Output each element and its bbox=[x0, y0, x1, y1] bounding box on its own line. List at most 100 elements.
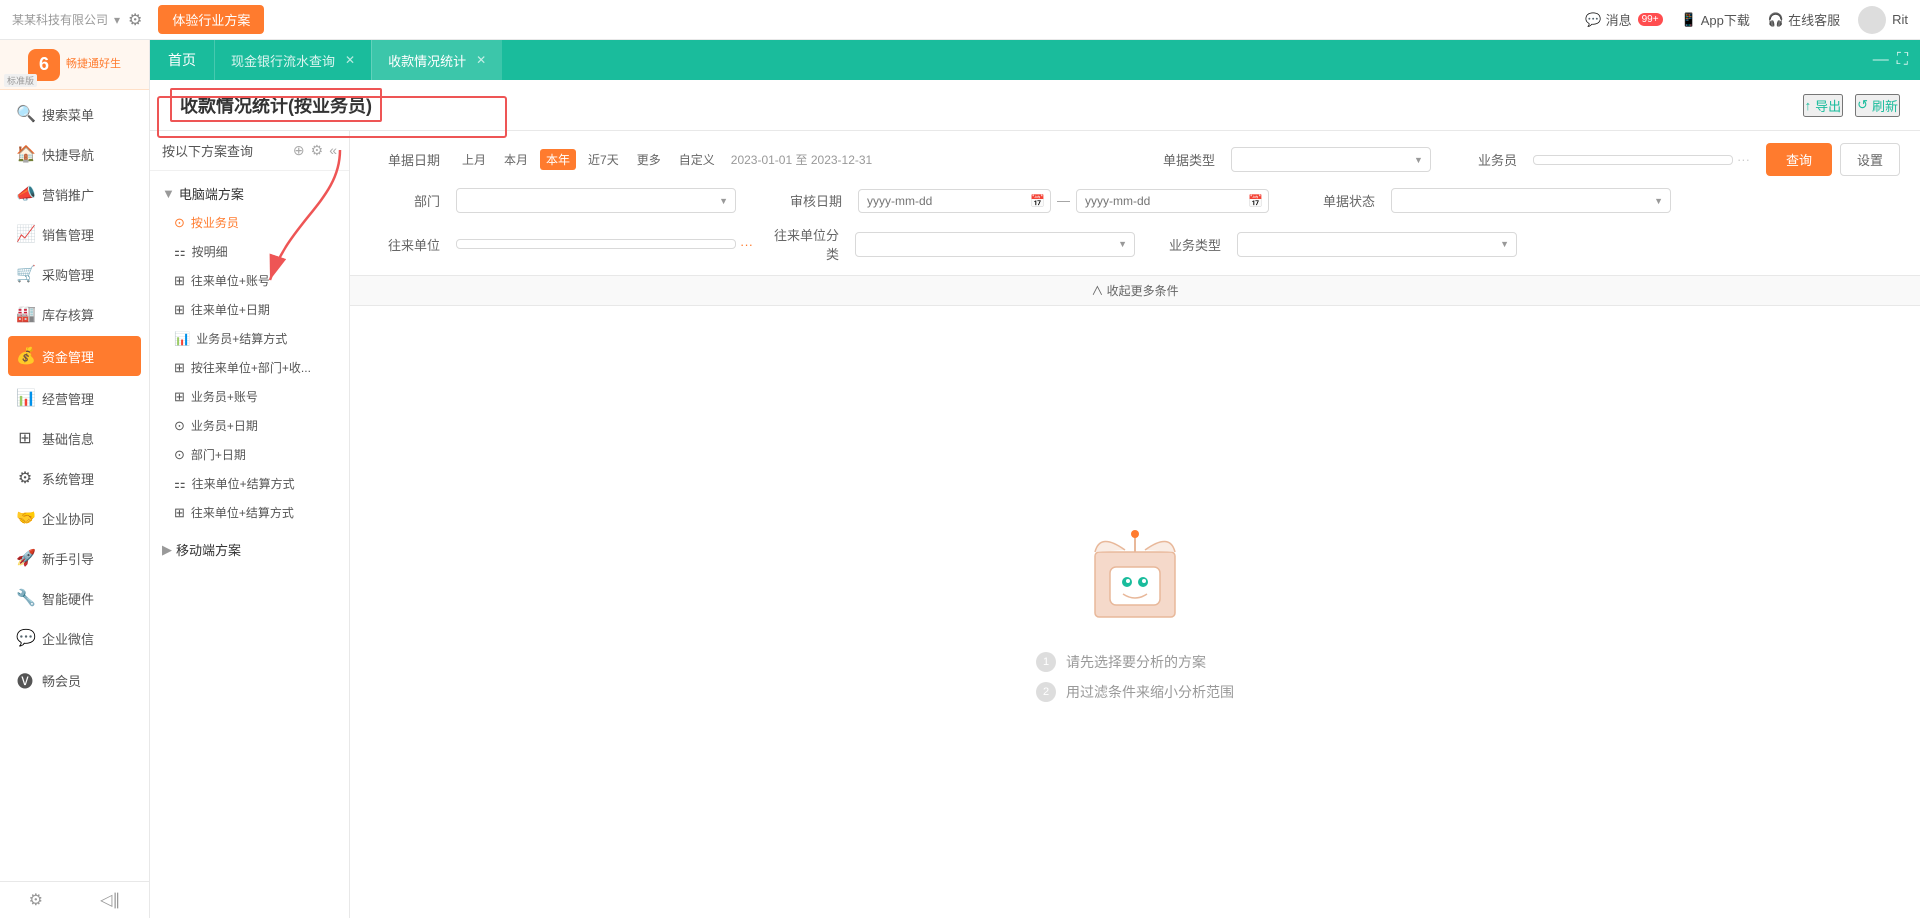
audit-date-label: 审核日期 bbox=[772, 191, 842, 210]
app-download-btn[interactable]: 📱 App下载 bbox=[1681, 10, 1750, 29]
biz-type-select[interactable] bbox=[1237, 232, 1517, 257]
doc-status-label: 单据状态 bbox=[1305, 191, 1375, 210]
collapse-bar[interactable]: ∧ 收起更多条件 bbox=[350, 276, 1920, 306]
scheme-item-partner-date[interactable]: ⊞ 往来单位+日期 bbox=[150, 295, 349, 324]
type-select[interactable] bbox=[1231, 147, 1431, 172]
sidebar-item-operations[interactable]: 📊 经营管理 bbox=[0, 378, 149, 418]
tab-fullscreen-icon[interactable]: ⛶ bbox=[1897, 51, 1908, 69]
scheme-item-by-salesman[interactable]: ⊙ 按业务员 bbox=[150, 208, 349, 237]
empty-illustration bbox=[1075, 512, 1195, 632]
scheme-group-mobile-header[interactable]: ▶ 移动端方案 bbox=[150, 535, 349, 564]
scheme-item-partner-account[interactable]: ⊞ 往来单位+账号 bbox=[150, 266, 349, 295]
scheme-settings-icon[interactable]: ⚙ bbox=[311, 142, 324, 159]
filter-row-2: 部门 审核日期 📅 bbox=[370, 188, 1900, 213]
user-avatar[interactable]: Rit bbox=[1858, 6, 1908, 34]
partner-input[interactable] bbox=[456, 239, 736, 249]
tab-home[interactable]: 首页 bbox=[150, 40, 214, 80]
doc-status-select[interactable] bbox=[1391, 188, 1671, 213]
settings-btn[interactable]: 设置 bbox=[1840, 143, 1900, 176]
shortcut-last-month[interactable]: 上月 bbox=[456, 149, 492, 170]
sidebar-item-enterprise[interactable]: 🤝 企业协同 bbox=[0, 498, 149, 538]
tab-bar: 首页 现金银行流水查询 ✕ 收款情况统计 ✕ — ⛶ bbox=[150, 40, 1920, 80]
partner-class-select[interactable] bbox=[855, 232, 1135, 257]
audit-date-start[interactable] bbox=[858, 189, 1051, 213]
scheme-item-salesman-date[interactable]: ⊙ 业务员+日期 bbox=[150, 411, 349, 440]
collapse-arrow: ▶ bbox=[162, 542, 172, 558]
settings-icon[interactable]: ⚙ bbox=[128, 10, 142, 30]
scheme-item-salesman-account[interactable]: ⊞ 业务员+账号 bbox=[150, 382, 349, 411]
partner-dept-icon: ⊞ bbox=[174, 360, 185, 376]
online-service-btn[interactable]: 🎧 在线客服 bbox=[1768, 10, 1840, 29]
sidebar-item-marketing[interactable]: 📣 营销推广 bbox=[0, 174, 149, 214]
filter-row-1: 单据日期 上月 本月 本年 近7天 更多 自定义 bbox=[370, 143, 1900, 176]
scheme-item-by-detail[interactable]: ⚏ 按明细 bbox=[150, 237, 349, 266]
sidebar-item-wechat[interactable]: 💬 企业微信 bbox=[0, 618, 149, 658]
tab-bar-right: — ⛶ bbox=[1873, 51, 1920, 69]
settings-footer-icon[interactable]: ⚙ bbox=[29, 890, 43, 910]
refresh-btn[interactable]: ↺ 刷新 bbox=[1855, 94, 1900, 117]
scheme-group-desktop-header[interactable]: ▼ 电脑端方案 bbox=[150, 179, 349, 208]
sidebar-item-quicknav[interactable]: 🏠 快捷导航 bbox=[0, 134, 149, 174]
shortcut-custom[interactable]: 自定义 bbox=[673, 149, 721, 170]
doc-status-select-wrapper bbox=[1391, 188, 1671, 213]
sidebar-item-vip[interactable]: 🅥 畅会员 bbox=[0, 658, 149, 702]
tab-close-bank-flow[interactable]: ✕ bbox=[345, 53, 355, 67]
step-num-2: 2 bbox=[1036, 682, 1056, 702]
tab-close-collection-stats[interactable]: ✕ bbox=[476, 53, 486, 67]
collapse-panel-icon[interactable]: « bbox=[329, 142, 337, 159]
salesman-settlement-icon: 📊 bbox=[174, 331, 190, 347]
shortcut-this-year[interactable]: 本年 bbox=[540, 149, 576, 170]
sidebar-item-purchase[interactable]: 🛒 采购管理 bbox=[0, 254, 149, 294]
sidebar-item-finance[interactable]: 💰 资金管理 bbox=[8, 336, 141, 376]
sidebar-item-sales[interactable]: 📈 销售管理 bbox=[0, 214, 149, 254]
page-actions: ↑ 导出 ↺ 刷新 bbox=[1803, 94, 1900, 117]
shortcut-last-7days[interactable]: 近7天 bbox=[582, 149, 625, 170]
filter-area: 单据日期 上月 本月 本年 近7天 更多 自定义 bbox=[350, 131, 1920, 276]
left-panel-actions: ⊕ ⚙ « bbox=[293, 142, 337, 159]
salesman-more-icon[interactable]: ··· bbox=[1737, 152, 1750, 167]
date-shortcuts: 上月 本月 本年 近7天 更多 自定义 bbox=[456, 149, 721, 170]
download-icon: 📱 bbox=[1681, 12, 1697, 28]
partner-more-btn[interactable]: ··· bbox=[740, 237, 753, 252]
export-btn[interactable]: ↑ 导出 bbox=[1803, 94, 1844, 117]
salesman-input[interactable] bbox=[1533, 155, 1733, 165]
add-scheme-icon[interactable]: ⊕ bbox=[293, 142, 305, 159]
sidebar-item-inventory[interactable]: 🏭 库存核算 bbox=[0, 294, 149, 334]
empty-state-steps: 1 请先选择要分析的方案 2 用过滤条件来缩小分析范围 bbox=[1036, 652, 1234, 712]
shortcut-more[interactable]: 更多 bbox=[631, 149, 667, 170]
query-btn[interactable]: 查询 bbox=[1766, 143, 1832, 176]
sidebar-item-search[interactable]: 🔍 搜索菜单 bbox=[0, 94, 149, 134]
trial-industry-btn[interactable]: 体验行业方案 bbox=[158, 5, 264, 34]
scheme-item-salesman-settlement[interactable]: 📊 业务员+结算方式 bbox=[150, 324, 349, 353]
tab-bank-flow[interactable]: 现金银行流水查询 ✕ bbox=[214, 40, 371, 80]
sidebar-item-basic[interactable]: ⊞ 基础信息 bbox=[0, 418, 149, 458]
partner-settlement2-icon: ⊞ bbox=[174, 505, 185, 521]
marketing-icon: 📣 bbox=[16, 184, 34, 204]
sidebar-item-hardware[interactable]: 🔧 智能硬件 bbox=[0, 578, 149, 618]
audit-date-end[interactable] bbox=[1076, 189, 1269, 213]
partner-label: 往来单位 bbox=[370, 235, 440, 254]
date-label: 单据日期 bbox=[370, 150, 440, 169]
scheme-item-dept-date[interactable]: ⊙ 部门+日期 bbox=[150, 440, 349, 469]
message-badge: 99+ bbox=[1638, 13, 1663, 26]
scheme-item-partner-settlement2[interactable]: ⊞ 往来单位+结算方式 bbox=[150, 498, 349, 527]
sales-icon: 📈 bbox=[16, 224, 34, 244]
scheme-item-partner-settlement1[interactable]: ⚏ 往来单位+结算方式 bbox=[150, 469, 349, 498]
salesman-control: ··· bbox=[1533, 152, 1750, 167]
active-scheme-icon: ⊙ bbox=[174, 215, 185, 231]
inventory-icon: 🏭 bbox=[16, 304, 34, 324]
scheme-item-partner-dept[interactable]: ⊞ 按往来单位+部门+收... bbox=[150, 353, 349, 382]
dept-select[interactable] bbox=[456, 188, 736, 213]
shortcut-this-month[interactable]: 本月 bbox=[498, 149, 534, 170]
date-range-display: 2023-01-01 至 2023-12-31 bbox=[731, 151, 872, 168]
message-btn[interactable]: 💬 消息 99+ bbox=[1585, 10, 1662, 29]
collapse-sidebar-icon[interactable]: ◁∥ bbox=[100, 890, 120, 910]
left-panel: 按以下方案查询 ⊕ ⚙ « ▼ 电脑端方案 bbox=[150, 131, 350, 918]
tab-minimize-icon[interactable]: — bbox=[1873, 51, 1889, 69]
dropdown-icon[interactable]: ▾ bbox=[114, 13, 120, 27]
sidebar-item-system[interactable]: ⚙ 系统管理 bbox=[0, 458, 149, 498]
sidebar-item-guide[interactable]: 🚀 新手引导 bbox=[0, 538, 149, 578]
tab-collection-stats[interactable]: 收款情况统计 ✕ bbox=[371, 40, 502, 80]
step-num-1: 1 bbox=[1036, 652, 1056, 672]
user-name: Rit bbox=[1892, 12, 1908, 27]
